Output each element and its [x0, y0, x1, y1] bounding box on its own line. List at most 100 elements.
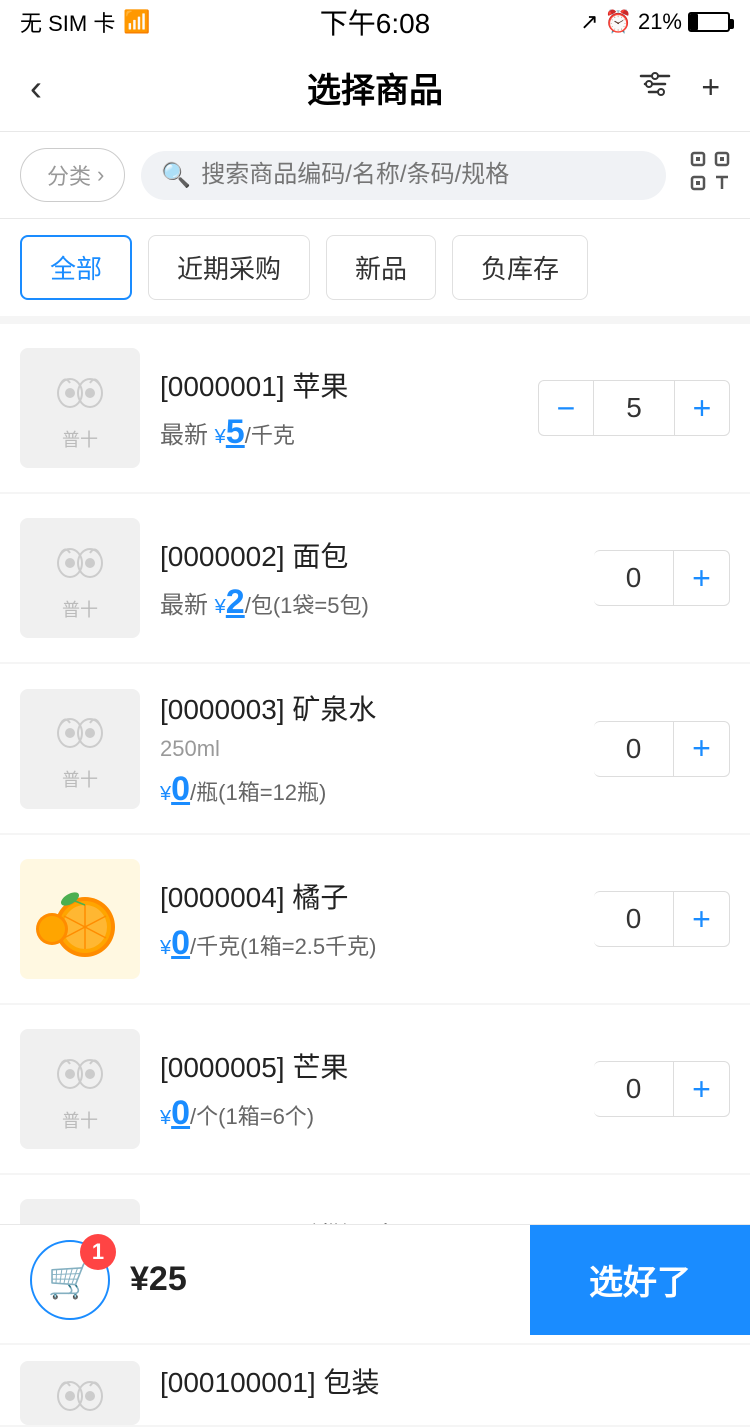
increase-button[interactable]: + — [674, 550, 730, 606]
product-name: [0000005] 芒果 — [160, 1046, 574, 1086]
brand-label: 普十 — [62, 766, 98, 792]
category-button[interactable]: 分类 › — [20, 148, 125, 202]
quantity-input[interactable] — [594, 891, 674, 947]
category-label: 分类 — [47, 159, 91, 191]
product-name: [000100001] 包装 — [160, 1361, 730, 1401]
filter-bar: 分类 › 🔍 — [0, 132, 750, 219]
nav-right-actions: + — [639, 69, 720, 106]
product-price: ¥0/个(1箱=6个) — [160, 1094, 574, 1133]
increase-button[interactable]: + — [674, 721, 730, 777]
owl-placeholder: 普十 — [50, 535, 110, 622]
price-label: 最新 — [160, 592, 208, 619]
scan-icon[interactable] — [690, 151, 730, 199]
status-left: 无 SIM 卡 📶 — [20, 6, 151, 38]
orange-image — [30, 869, 130, 969]
cart-button[interactable]: 🛒 1 — [30, 1240, 110, 1320]
price-value: 0 — [171, 770, 190, 808]
owl-placeholder — [50, 1368, 110, 1418]
page-title: 选择商品 — [307, 63, 443, 112]
product-name: [0000002] 面包 — [160, 535, 574, 575]
price-unit: /千克(1箱=2.5千克) — [190, 934, 376, 959]
quantity-control: + — [594, 721, 730, 777]
cart-section: 🛒 1 ¥25 — [0, 1240, 530, 1320]
product-info: [0000005] 芒果 ¥0/个(1箱=6个) — [160, 1046, 574, 1133]
currency-symbol: ¥ — [160, 783, 171, 805]
battery-percent: 21% — [638, 9, 682, 35]
brand-label: 普十 — [62, 426, 98, 452]
tab-recent[interactable]: 近期采购 — [148, 235, 310, 300]
currency-symbol: ¥ — [160, 937, 171, 959]
quantity-input[interactable] — [594, 1061, 674, 1117]
list-item: 普十 [0000003] 矿泉水 250ml ¥0/瓶(1箱=12瓶) + — [0, 664, 750, 833]
quantity-control: + — [594, 891, 730, 947]
price-label: 最新 — [160, 422, 208, 449]
battery-icon — [688, 12, 730, 32]
list-item: [0000004] 橘子 ¥0/千克(1箱=2.5千克) + — [0, 835, 750, 1003]
status-time: 下午6:08 — [320, 2, 431, 42]
product-info: [0000003] 矿泉水 250ml ¥0/瓶(1箱=12瓶) — [160, 688, 574, 809]
owl-placeholder: 普十 — [50, 365, 110, 452]
product-thumbnail: 普十 — [20, 518, 140, 638]
quantity-input[interactable] — [594, 721, 674, 777]
quantity-control: + — [594, 1061, 730, 1117]
product-price: ¥0/瓶(1箱=12瓶) — [160, 770, 574, 809]
alarm-icon: ⏰ — [605, 9, 632, 35]
list-item: [000100001] 包装 — [0, 1345, 750, 1425]
quantity-control: + — [594, 550, 730, 606]
tab-negative[interactable]: 负库存 — [452, 235, 588, 300]
brand-label: 普十 — [62, 1107, 98, 1133]
product-info: [000100001] 包装 — [160, 1361, 730, 1409]
product-info: [0000002] 面包 最新 ¥2/包(1袋=5包) — [160, 535, 574, 622]
product-info: [0000004] 橘子 ¥0/千克(1箱=2.5千克) — [160, 876, 574, 963]
search-box: 🔍 — [141, 151, 666, 200]
product-thumbnail: 普十 — [20, 348, 140, 468]
owl-icon — [50, 535, 110, 592]
brand-label: 普十 — [62, 596, 98, 622]
owl-icon — [50, 365, 110, 422]
bottom-bar: 🛒 1 ¥25 选好了 — [0, 1224, 750, 1334]
quantity-control: − + — [538, 380, 730, 436]
owl-icon — [50, 705, 110, 762]
carrier-text: 无 SIM 卡 — [20, 6, 115, 38]
product-name: [0000003] 矿泉水 — [160, 688, 574, 728]
currency-symbol: ¥ — [215, 596, 226, 618]
price-unit: /千克 — [245, 423, 295, 448]
decrease-button[interactable]: − — [538, 380, 594, 436]
price-value: 5 — [226, 413, 245, 451]
price-value: 2 — [226, 583, 245, 621]
currency-symbol: ¥ — [160, 1107, 171, 1129]
price-unit: /个(1箱=6个) — [190, 1104, 314, 1129]
price-unit: /瓶(1箱=12瓶) — [190, 780, 326, 805]
product-price: ¥0/千克(1箱=2.5千克) — [160, 924, 574, 963]
currency-symbol: ¥ — [215, 426, 226, 448]
list-item: 普十 [0000005] 芒果 ¥0/个(1箱=6个) + — [0, 1005, 750, 1173]
tab-all[interactable]: 全部 — [20, 235, 132, 300]
filter-icon[interactable] — [639, 69, 671, 106]
tab-bar: 全部 近期采购 新品 负库存 — [0, 219, 750, 324]
product-price: 最新 ¥5/千克 — [160, 413, 518, 452]
price-value: 0 — [171, 924, 190, 962]
back-button[interactable]: ‹ — [30, 67, 74, 109]
search-input[interactable] — [201, 161, 646, 189]
price-unit: /包(1袋=5包) — [245, 593, 369, 618]
add-product-icon[interactable]: + — [701, 69, 720, 106]
list-item: 普十 [0000001] 苹果 最新 ¥5/千克 − + — [0, 324, 750, 492]
owl-placeholder: 普十 — [50, 705, 110, 792]
list-item: 普十 [0000002] 面包 最新 ¥2/包(1袋=5包) + — [0, 494, 750, 662]
increase-button[interactable]: + — [674, 1061, 730, 1117]
product-thumbnail: 普十 — [20, 1029, 140, 1149]
owl-icon — [50, 1046, 110, 1103]
increase-button[interactable]: + — [674, 891, 730, 947]
product-name: [0000004] 橘子 — [160, 876, 574, 916]
product-info: [0000001] 苹果 最新 ¥5/千克 — [160, 365, 518, 452]
quantity-input[interactable] — [594, 550, 674, 606]
confirm-button[interactable]: 选好了 — [530, 1225, 750, 1335]
tab-new[interactable]: 新品 — [326, 235, 436, 300]
increase-button[interactable]: + — [674, 380, 730, 436]
quantity-input[interactable] — [594, 380, 674, 436]
product-price: 最新 ¥2/包(1袋=5包) — [160, 583, 574, 622]
category-arrow: › — [97, 162, 104, 188]
product-thumbnail — [20, 859, 140, 979]
owl-placeholder: 普十 — [50, 1046, 110, 1133]
status-right: ↗ ⏰ 21% — [580, 9, 730, 35]
